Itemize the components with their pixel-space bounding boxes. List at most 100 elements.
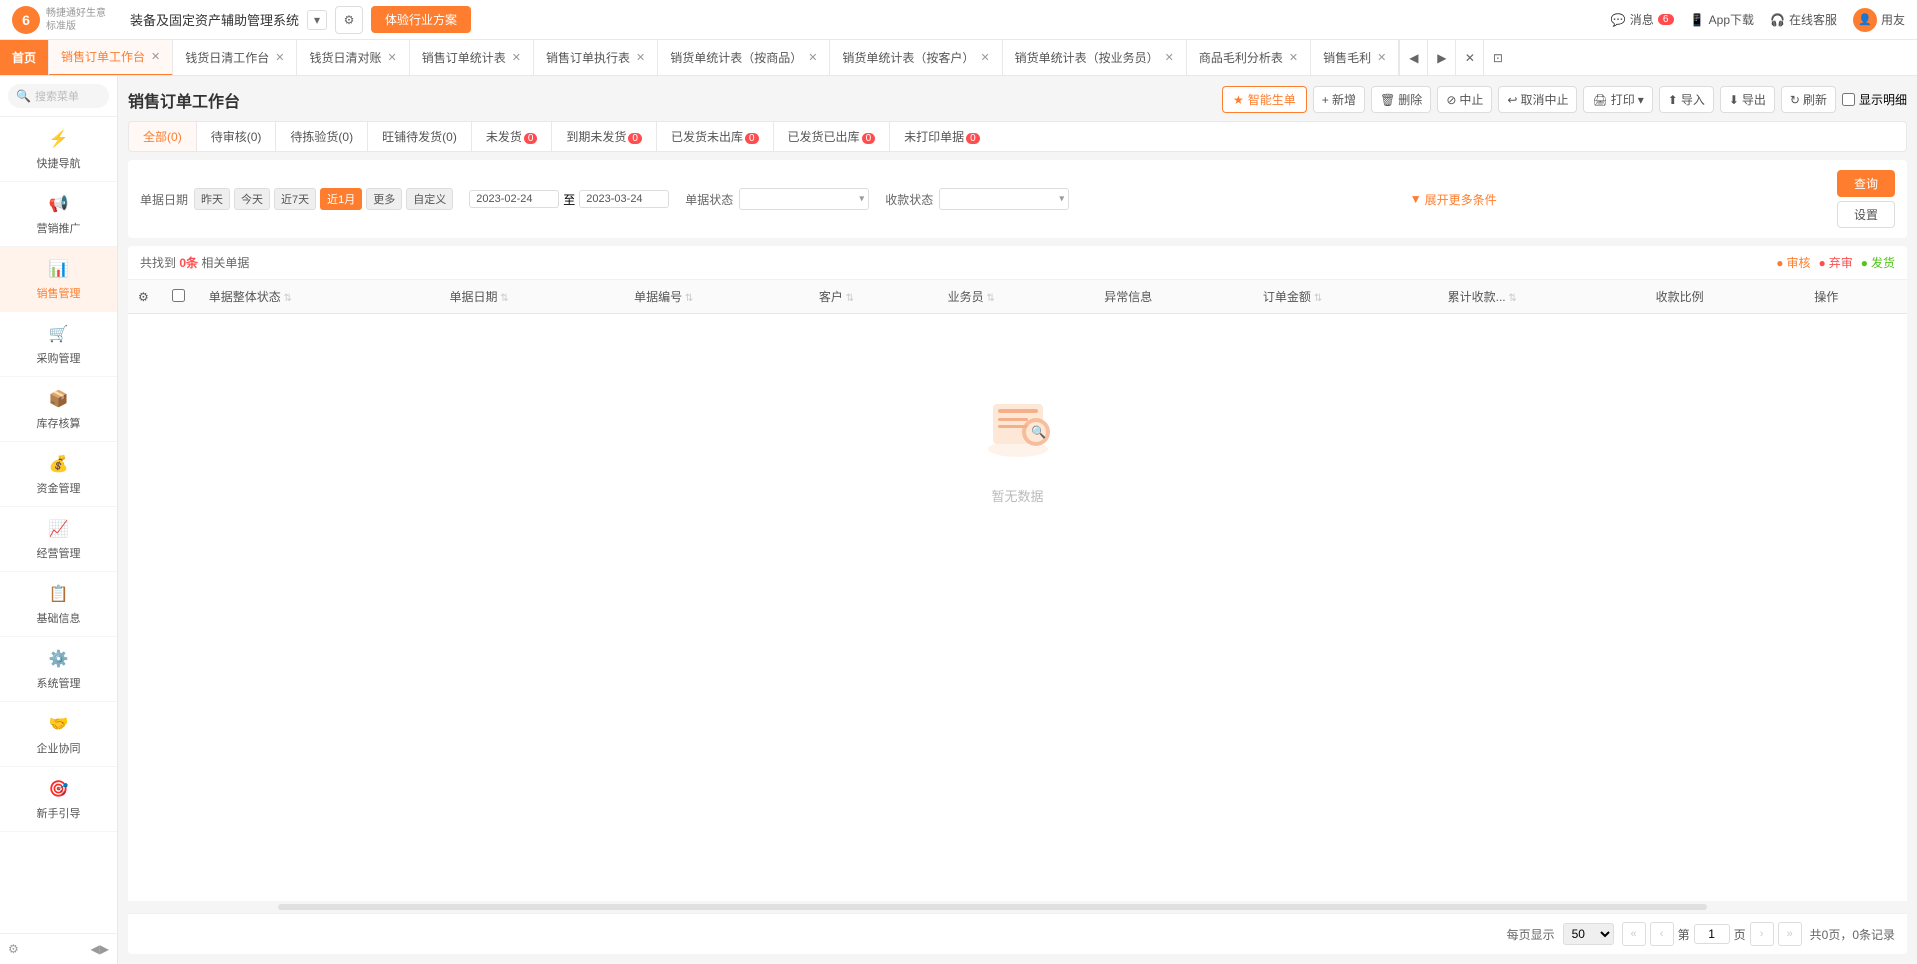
th-customer[interactable]: 客户 bbox=[809, 280, 938, 314]
stop-button[interactable]: ⊘ 中止 bbox=[1437, 86, 1492, 113]
sidebar-item-basic-info[interactable]: 📋 基础信息 bbox=[0, 572, 117, 637]
tab-close-icon[interactable]: ✕ bbox=[151, 50, 160, 63]
import-button[interactable]: ⬆ 导入 bbox=[1659, 86, 1714, 113]
sidebar-item-system[interactable]: ⚙️ 系统管理 bbox=[0, 637, 117, 702]
filter-tab-not-printed[interactable]: 未打印单据0 bbox=[890, 122, 994, 151]
tab-sales-gross[interactable]: 销售毛利 ✕ bbox=[1311, 40, 1399, 76]
date-btn-yesterday[interactable]: 昨天 bbox=[194, 188, 230, 210]
filter-tab-overdue[interactable]: 到期未发货0 bbox=[552, 122, 657, 151]
tab-close-icon[interactable]: ✕ bbox=[275, 51, 284, 64]
filter-tab-shipped-out[interactable]: 已发货已出库0 bbox=[774, 122, 891, 151]
tab-close-icon[interactable]: ✕ bbox=[1165, 51, 1174, 64]
date-to-input[interactable] bbox=[579, 190, 669, 208]
filter-tab-not-shipped[interactable]: 未发货0 bbox=[472, 122, 553, 151]
search-menu-input[interactable]: 🔍 搜索菜单 bbox=[8, 84, 109, 108]
date-btn-more[interactable]: 更多 bbox=[366, 188, 402, 210]
tab-expand[interactable]: ⊡ bbox=[1483, 40, 1511, 76]
deliver-action-button[interactable]: ● 发货 bbox=[1861, 254, 1895, 271]
status-select[interactable] bbox=[739, 188, 869, 210]
sidebar-item-finance[interactable]: 💰 资金管理 bbox=[0, 442, 117, 507]
cancel-stop-button[interactable]: ↩ 取消中止 bbox=[1498, 86, 1577, 113]
th-salesperson[interactable]: 业务员 bbox=[938, 280, 1095, 314]
smart-create-button[interactable]: ★ 智能生单 bbox=[1222, 86, 1307, 113]
tab-close-icon[interactable]: ✕ bbox=[512, 51, 521, 64]
date-from-input[interactable] bbox=[469, 190, 559, 208]
filter-tab-all[interactable]: 全部(0) bbox=[129, 122, 197, 151]
sidebar-item-guide[interactable]: 🎯 新手引导 bbox=[0, 767, 117, 832]
scroll-bar-area[interactable] bbox=[128, 901, 1907, 913]
page-first-btn[interactable]: « bbox=[1622, 922, 1646, 946]
print-button[interactable]: 🖨 打印 ▾ bbox=[1583, 86, 1652, 113]
tab-close-icon[interactable]: ✕ bbox=[388, 51, 397, 64]
tab-sales-exec[interactable]: 销售订单执行表 ✕ bbox=[534, 40, 658, 76]
tab-close-icon[interactable]: ✕ bbox=[980, 51, 989, 64]
export-button[interactable]: ⬇ 导出 bbox=[1720, 86, 1775, 113]
sidebar-item-inventory[interactable]: 📦 库存核算 bbox=[0, 377, 117, 442]
settings-bottom-icon[interactable]: ⚙ bbox=[8, 942, 19, 956]
collapse-icon[interactable]: ◀▶ bbox=[91, 942, 109, 956]
query-button[interactable]: 查询 bbox=[1837, 170, 1895, 197]
sidebar-search-area[interactable]: 🔍 搜索菜单 bbox=[0, 76, 117, 117]
sidebar-item-quick-nav[interactable]: ⚡ 快捷导航 bbox=[0, 117, 117, 182]
date-btn-custom[interactable]: 自定义 bbox=[406, 188, 453, 210]
refresh-button[interactable]: ↻ 刷新 bbox=[1781, 86, 1836, 113]
date-btn-7days[interactable]: 近7天 bbox=[274, 188, 316, 210]
th-settings[interactable]: ⚙ bbox=[128, 280, 159, 314]
detail-checkbox-input[interactable] bbox=[1842, 93, 1855, 106]
tab-cash-reconcile[interactable]: 钱货日清对账 ✕ bbox=[297, 40, 409, 76]
show-detail-checkbox[interactable]: 显示明细 bbox=[1842, 91, 1907, 108]
tab-nav-next[interactable]: ▶ bbox=[1427, 40, 1455, 76]
select-all-checkbox[interactable] bbox=[172, 289, 185, 302]
payment-select[interactable] bbox=[939, 188, 1069, 210]
per-page-select[interactable]: 50 100 200 bbox=[1563, 923, 1614, 945]
online-service-button[interactable]: 🎧 在线客服 bbox=[1770, 11, 1837, 28]
setting-button[interactable]: 设置 bbox=[1837, 201, 1895, 228]
page-prev-btn[interactable]: ‹ bbox=[1650, 922, 1674, 946]
tab-sales-stats[interactable]: 销售订单统计表 ✕ bbox=[410, 40, 534, 76]
message-button[interactable]: 💬 消息 6 bbox=[1611, 11, 1674, 28]
tab-close-all[interactable]: ✕ bbox=[1455, 40, 1483, 76]
experience-button[interactable]: 体验行业方案 bbox=[371, 6, 471, 33]
scroll-bar-track[interactable] bbox=[278, 904, 1707, 910]
sidebar-item-purchase[interactable]: 🛒 采购管理 bbox=[0, 312, 117, 377]
th-checkbox[interactable] bbox=[159, 280, 199, 314]
tab-close-icon[interactable]: ✕ bbox=[1377, 51, 1386, 64]
th-doc-number[interactable]: 单据编号 bbox=[624, 280, 809, 314]
sidebar-item-marketing[interactable]: 📢 营销推广 bbox=[0, 182, 117, 247]
tab-close-icon[interactable]: ✕ bbox=[636, 51, 645, 64]
tab-gross-margin[interactable]: 商品毛利分析表 ✕ bbox=[1187, 40, 1311, 76]
date-btn-1month[interactable]: 近1月 bbox=[320, 188, 362, 210]
date-btn-today[interactable]: 今天 bbox=[234, 188, 270, 210]
tab-sales-workbench[interactable]: 销售订单工作台 ✕ bbox=[49, 40, 173, 76]
th-accumulated-receipt[interactable]: 累计收款... bbox=[1438, 280, 1646, 314]
system-dropdown[interactable]: ▾ bbox=[307, 10, 327, 30]
th-doc-date[interactable]: 单据日期 bbox=[439, 280, 624, 314]
filter-tab-shipped-not-out[interactable]: 已发货未出库0 bbox=[657, 122, 774, 151]
review-action-button[interactable]: ● 审核 bbox=[1776, 254, 1810, 271]
tab-home[interactable]: 首页 bbox=[0, 40, 49, 76]
add-button[interactable]: + 新增 bbox=[1313, 86, 1365, 113]
sidebar-item-enterprise[interactable]: 🤝 企业协同 bbox=[0, 702, 117, 767]
filter-tab-pending-check[interactable]: 待拣验货(0) bbox=[276, 122, 368, 151]
tab-close-icon[interactable]: ✕ bbox=[808, 51, 817, 64]
sidebar-item-sales[interactable]: 📊 销售管理 bbox=[0, 247, 117, 312]
filter-tab-pending-review[interactable]: 待审核(0) bbox=[197, 122, 277, 151]
expand-more-button[interactable]: ▼ 展开更多条件 bbox=[1410, 191, 1497, 208]
app-download-button[interactable]: 📱 App下载 bbox=[1690, 11, 1754, 28]
settings-icon[interactable]: ⚙ bbox=[335, 6, 363, 34]
tab-sales-customer[interactable]: 销货单统计表（按客户） ✕ bbox=[830, 40, 1002, 76]
tab-sales-salesperson[interactable]: 销货单统计表（按业务员） ✕ bbox=[1003, 40, 1187, 76]
sidebar-item-business[interactable]: 📈 经营管理 bbox=[0, 507, 117, 572]
page-last-btn[interactable]: » bbox=[1778, 922, 1802, 946]
tab-sales-goods[interactable]: 销货单统计表（按商品） ✕ bbox=[658, 40, 830, 76]
th-doc-status[interactable]: 单据整体状态 bbox=[199, 280, 440, 314]
tab-nav-prev[interactable]: ◀ bbox=[1399, 40, 1427, 76]
tab-cash-daily[interactable]: 钱货日清工作台 ✕ bbox=[173, 40, 297, 76]
th-order-amount[interactable]: 订单金额 bbox=[1253, 280, 1438, 314]
page-input[interactable] bbox=[1694, 924, 1730, 944]
user-menu[interactable]: 👤 用友 bbox=[1853, 8, 1905, 32]
page-next-btn[interactable]: › bbox=[1750, 922, 1774, 946]
filter-tab-shop-pending[interactable]: 旺铺待发货(0) bbox=[368, 122, 472, 151]
cancel-review-action-button[interactable]: ● 弃审 bbox=[1818, 254, 1852, 271]
delete-button[interactable]: 🗑 删除 bbox=[1371, 86, 1431, 113]
